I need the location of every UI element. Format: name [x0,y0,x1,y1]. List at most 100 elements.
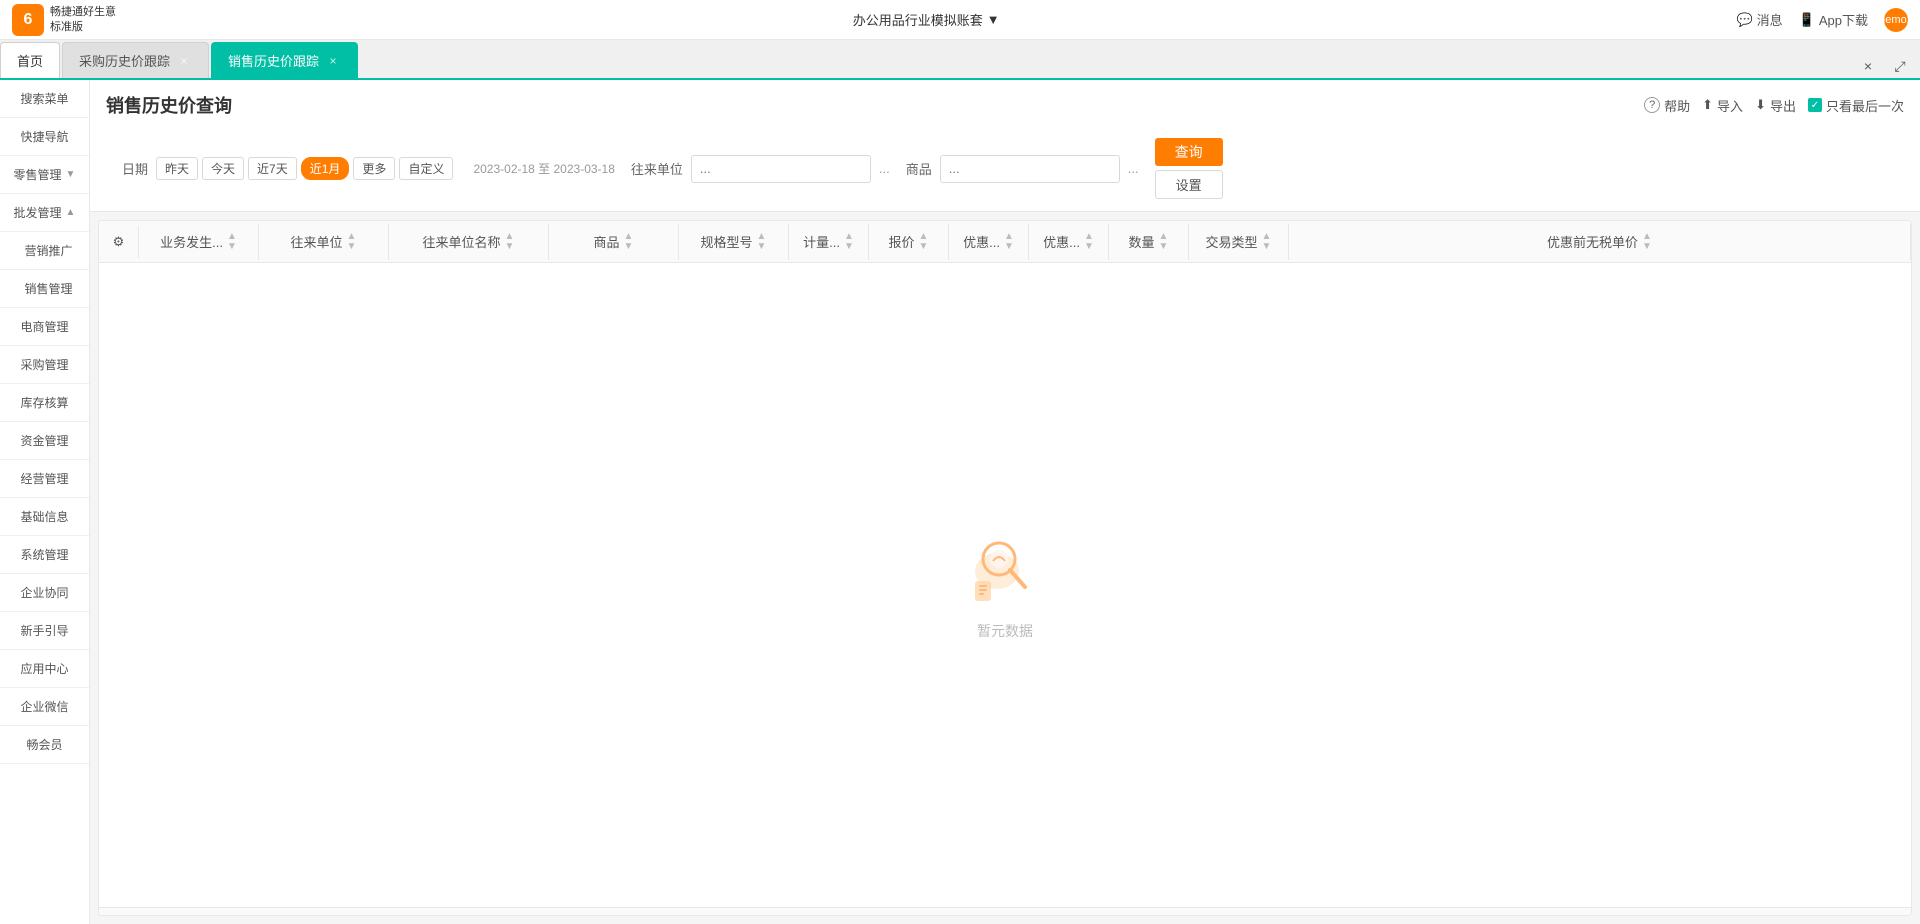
app-title-text: 办公用品行业模拟账套 [853,10,983,29]
tab-home[interactable]: 首页 [0,42,60,78]
date-btn-1month[interactable]: 近1月 [301,157,350,180]
only-last-checkbox[interactable]: ✓ [1808,98,1822,112]
sidebar-item-inventory-check[interactable]: 库存核算 [0,384,89,422]
message-button[interactable]: 💬 消息 [1736,10,1782,29]
sidebar-item-marketing[interactable]: 营销推广 [0,232,89,270]
th-discount2[interactable]: 优惠... ▲▼ [1029,224,1109,260]
help-button[interactable]: ? 帮助 [1644,96,1690,115]
th-tax-price[interactable]: 优惠前无税单价 ▲▼ [1289,224,1911,260]
tab-sales-close[interactable]: × [325,53,341,69]
th-date[interactable]: 业务发生... ▲▼ [139,224,259,260]
sidebar-item-purchase-mgmt[interactable]: 采购管理 [0,346,89,384]
goods-label: 商品 [906,159,932,178]
th-settings[interactable]: ⚙ [99,226,139,258]
sidebar-inventory-label: 库存核算 [20,394,68,411]
import-button[interactable]: ⬆ 导入 [1702,96,1743,115]
page-title: 销售历史价查询 [106,92,232,118]
table-area: ⚙ 业务发生... ▲▼ 往来单位 ▲▼ 往来单位名称 [98,220,1912,916]
tab-sales[interactable]: 销售历史价跟踪 × [211,42,358,78]
th-discount1[interactable]: 优惠... ▲▼ [949,224,1029,260]
empty-state: 暂元数据 [99,263,1911,907]
from-unit-more-icon[interactable]: ... [879,161,890,176]
date-btn-7days[interactable]: 近7天 [248,157,297,180]
sort-icon-unit-name: ▲▼ [505,232,515,252]
th-calc-unit[interactable]: 计量... ▲▼ [789,224,869,260]
app-download-button[interactable]: 📱 App下载 [1799,10,1868,29]
export-button[interactable]: ⬇ 导出 [1755,96,1796,115]
sidebar-item-ecommerce-mgmt[interactable]: 电商管理 [0,308,89,346]
date-btn-more[interactable]: 更多 [353,157,395,180]
goods-more-icon[interactable]: ... [1128,161,1139,176]
sidebar-item-finance-mgmt[interactable]: 资金管理 [0,422,89,460]
content-area: 销售历史价查询 ? 帮助 ⬆ 导入 ⬇ 导出 [90,80,1920,924]
top-bar-center: 办公用品行业模拟账套 ▼ [853,10,1000,29]
sort-icon-spec: ▲▼ [757,232,767,252]
th-qty[interactable]: 数量 ▲▼ [1109,224,1189,260]
filter-bar: 日期 昨天 今天 近7天 近1月 更多 自定义 2023-02-18 至 202… [106,130,1904,211]
help-label: 帮助 [1664,96,1690,115]
help-icon: ? [1644,97,1660,113]
sidebar-item-sales-mgmt[interactable]: 销售管理 [0,270,89,308]
sidebar-enterprise-wechat-label: 企业微信 [20,698,68,715]
sidebar-item-quick-nav[interactable]: 快捷导航 [0,118,89,156]
logo-line2: 标准版 [50,20,116,34]
th-calc-unit-label: 计量... [803,232,840,251]
th-goods[interactable]: 商品 ▲▼ [549,224,679,260]
user-avatar-button[interactable]: demo2 [1884,8,1908,32]
export-icon: ⬇ [1755,97,1766,113]
top-bar-left: 6 畅捷通好生意 标准版 [12,4,116,36]
sidebar-item-search-menu[interactable]: 搜索菜单 [0,80,89,118]
logo-icon: 6 [12,4,44,36]
from-unit-label: 往来单位 [631,159,683,178]
sidebar-item-wholesale-mgmt[interactable]: 批发管理 ▲ [0,194,89,232]
th-price[interactable]: 报价 ▲▼ [869,224,949,260]
app-download-label: App下载 [1819,10,1868,29]
import-label: 导入 [1717,96,1743,115]
top-bar-right: 💬 消息 📱 App下载 demo2 [1736,8,1908,32]
page-header: 销售历史价查询 ? 帮助 ⬆ 导入 ⬇ 导出 [90,80,1920,212]
goods-input[interactable] [940,155,1120,183]
sidebar-item-new-guide[interactable]: 新手引导 [0,612,89,650]
date-btn-yesterday[interactable]: 昨天 [156,157,198,180]
sidebar-item-enterprise-wechat[interactable]: 企业微信 [0,688,89,726]
maximize-button[interactable]: ⤢ [1888,54,1912,78]
tab-purchase-close[interactable]: × [176,53,192,69]
only-last-label: 只看最后一次 [1826,96,1904,115]
logo-area: 6 畅捷通好生意 标准版 [12,4,116,36]
sidebar-item-basic-info[interactable]: 基础信息 [0,498,89,536]
sidebar-system-label: 系统管理 [20,546,68,563]
th-trade-type[interactable]: 交易类型 ▲▼ [1189,224,1289,260]
date-btn-custom[interactable]: 自定义 [399,157,453,180]
sidebar-marketing-label: 营销推广 [24,242,72,259]
tab-purchase[interactable]: 采购历史价跟踪 × [62,42,209,78]
th-unit-name[interactable]: 往来单位名称 ▲▼ [389,224,549,260]
close-tab-button[interactable]: × [1856,54,1880,78]
window-controls: × ⤢ [1856,54,1920,78]
sidebar-quick-nav-label: 快捷导航 [20,128,68,145]
app-title-dropdown[interactable]: 办公用品行业模拟账套 ▼ [853,10,1000,29]
sidebar-item-retail-mgmt[interactable]: 零售管理 ▼ [0,156,89,194]
chevron-up-icon: ▲ [66,207,76,218]
date-range-text: 2023-02-18 至 2023-03-18 [473,160,614,177]
logo-char: 6 [24,11,33,29]
date-btn-today[interactable]: 今天 [202,157,244,180]
query-button[interactable]: 查询 [1155,138,1223,166]
sidebar-item-system-mgmt[interactable]: 系统管理 [0,536,89,574]
sidebar-item-ops-mgmt[interactable]: 经营管理 [0,460,89,498]
date-buttons: 昨天 今天 近7天 近1月 更多 自定义 [156,157,453,180]
check-icon: ✓ [1811,100,1819,111]
only-last-checkbox-group[interactable]: ✓ 只看最后一次 [1808,96,1904,115]
tab-purchase-label: 采购历史价跟踪 [79,51,170,70]
th-price-label: 报价 [889,232,915,251]
settings-button[interactable]: 设置 [1155,170,1223,199]
th-trade-type-label: 交易类型 [1206,232,1258,251]
sidebar-item-vip-member[interactable]: 畅会员 [0,726,89,764]
th-unit-code[interactable]: 往来单位 ▲▼ [259,224,389,260]
sidebar-item-enterprise-collab[interactable]: 企业协同 [0,574,89,612]
th-spec[interactable]: 规格型号 ▲▼ [679,224,789,260]
sort-icon-tax-price: ▲▼ [1642,232,1652,252]
sidebar-item-app-center[interactable]: 应用中心 [0,650,89,688]
from-unit-input[interactable] [691,155,871,183]
logo-text: 畅捷通好生意 标准版 [50,5,116,34]
sidebar-search-menu-label: 搜索菜单 [20,90,68,107]
